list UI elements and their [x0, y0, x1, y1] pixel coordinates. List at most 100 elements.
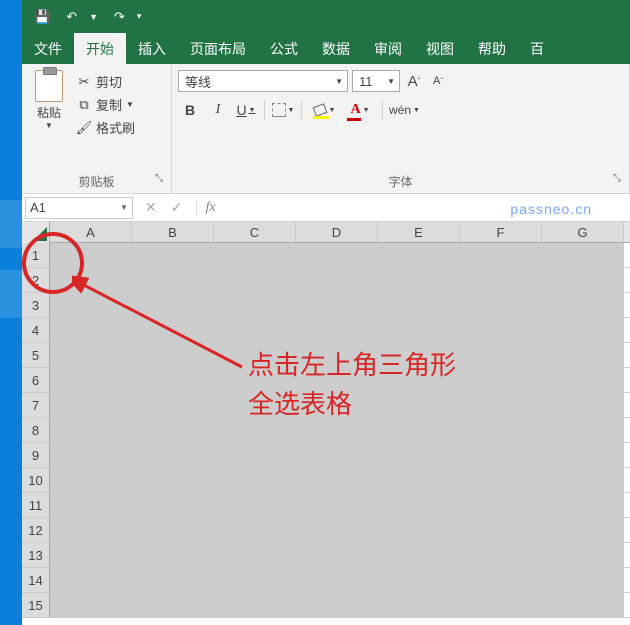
redo-icon[interactable]: ↷	[110, 7, 129, 27]
cell[interactable]	[296, 493, 378, 517]
cell[interactable]	[214, 443, 296, 467]
tab-page-layout[interactable]: 页面布局	[178, 33, 258, 64]
cell[interactable]	[460, 443, 542, 467]
cell[interactable]	[214, 543, 296, 567]
bold-button[interactable]: B	[178, 98, 202, 122]
row-header[interactable]: 4	[22, 318, 50, 342]
cell[interactable]	[460, 368, 542, 392]
chevron-down-icon[interactable]: ▼	[387, 77, 395, 86]
cell[interactable]	[132, 393, 214, 417]
row-header[interactable]: 2	[22, 268, 50, 292]
tab-view[interactable]: 视图	[414, 33, 466, 64]
shrink-font-button[interactable]: Aˇ	[428, 70, 448, 92]
cell[interactable]	[214, 343, 296, 367]
cell[interactable]	[132, 568, 214, 592]
cell[interactable]	[296, 518, 378, 542]
cell[interactable]	[296, 343, 378, 367]
copy-button[interactable]: ⧉ 复制 ▼	[76, 95, 135, 114]
cell[interactable]	[214, 293, 296, 317]
cell[interactable]	[296, 443, 378, 467]
cell[interactable]	[296, 293, 378, 317]
cell[interactable]	[132, 318, 214, 342]
tab-extra[interactable]: 百	[518, 33, 556, 64]
cell[interactable]	[460, 468, 542, 492]
cell[interactable]	[296, 568, 378, 592]
row-header[interactable]: 6	[22, 368, 50, 392]
cell[interactable]	[460, 393, 542, 417]
format-painter-button[interactable]: 🖌 格式刷	[76, 118, 135, 137]
cell[interactable]	[296, 368, 378, 392]
cell[interactable]	[460, 593, 542, 617]
row-header[interactable]: 8	[22, 418, 50, 442]
cell[interactable]	[378, 368, 460, 392]
cell[interactable]	[542, 393, 624, 417]
cell[interactable]	[460, 518, 542, 542]
grow-font-button[interactable]: Aˆ	[404, 70, 424, 92]
cell[interactable]	[378, 518, 460, 542]
fill-color-button[interactable]: ▼	[308, 98, 340, 122]
column-header[interactable]: B	[132, 222, 214, 242]
underline-button[interactable]: U▼	[234, 98, 258, 122]
cell[interactable]	[50, 493, 132, 517]
cell[interactable]	[296, 318, 378, 342]
font-size-combo[interactable]: 11 ▼	[352, 70, 400, 92]
cell[interactable]	[542, 243, 624, 267]
column-header[interactable]: A	[50, 222, 132, 242]
cell[interactable]	[378, 318, 460, 342]
cell[interactable]	[378, 568, 460, 592]
cell[interactable]	[378, 343, 460, 367]
cell[interactable]	[214, 568, 296, 592]
cell[interactable]	[460, 543, 542, 567]
cell[interactable]	[132, 268, 214, 292]
cell[interactable]	[132, 593, 214, 617]
cell[interactable]	[132, 243, 214, 267]
border-button[interactable]: ▼	[271, 98, 295, 122]
cell[interactable]	[378, 593, 460, 617]
cell[interactable]	[214, 593, 296, 617]
tab-help[interactable]: 帮助	[466, 33, 518, 64]
dialog-launcher-icon[interactable]: ⤡	[613, 173, 621, 184]
cell[interactable]	[296, 543, 378, 567]
cell[interactable]	[296, 593, 378, 617]
cell[interactable]	[542, 318, 624, 342]
tab-review[interactable]: 审阅	[362, 33, 414, 64]
cell[interactable]	[378, 393, 460, 417]
cell[interactable]	[214, 468, 296, 492]
cell[interactable]	[50, 318, 132, 342]
tab-insert[interactable]: 插入	[126, 33, 178, 64]
row-header[interactable]: 7	[22, 393, 50, 417]
font-name-combo[interactable]: 等线 ▼	[178, 70, 348, 92]
cell[interactable]	[296, 268, 378, 292]
cell[interactable]	[132, 518, 214, 542]
cell[interactable]	[460, 318, 542, 342]
chevron-down-icon[interactable]: ▼	[45, 121, 53, 130]
cell[interactable]	[542, 593, 624, 617]
cell[interactable]	[542, 518, 624, 542]
cell[interactable]	[460, 568, 542, 592]
cell[interactable]	[460, 343, 542, 367]
cell[interactable]	[542, 368, 624, 392]
undo-icon[interactable]: ↶	[62, 7, 81, 27]
tab-home[interactable]: 开始	[74, 33, 126, 64]
cell[interactable]	[460, 418, 542, 442]
cell[interactable]	[378, 418, 460, 442]
cell[interactable]	[214, 268, 296, 292]
dialog-launcher-icon[interactable]: ⤡	[155, 173, 163, 184]
column-header[interactable]: E	[378, 222, 460, 242]
row-header[interactable]: 13	[22, 543, 50, 567]
chevron-down-icon[interactable]: ▼	[335, 77, 343, 86]
cell[interactable]	[542, 418, 624, 442]
tab-formulas[interactable]: 公式	[258, 33, 310, 64]
cell[interactable]	[378, 443, 460, 467]
column-header[interactable]: D	[296, 222, 378, 242]
cell[interactable]	[378, 268, 460, 292]
cell[interactable]	[296, 393, 378, 417]
cell[interactable]	[50, 243, 132, 267]
confirm-formula-button[interactable]: ✓	[167, 199, 187, 216]
cell[interactable]	[378, 243, 460, 267]
cell[interactable]	[214, 418, 296, 442]
undo-dropdown-icon[interactable]: ▼	[85, 10, 102, 24]
column-header[interactable]: G	[542, 222, 624, 242]
tab-data[interactable]: 数据	[310, 33, 362, 64]
cell[interactable]	[50, 418, 132, 442]
